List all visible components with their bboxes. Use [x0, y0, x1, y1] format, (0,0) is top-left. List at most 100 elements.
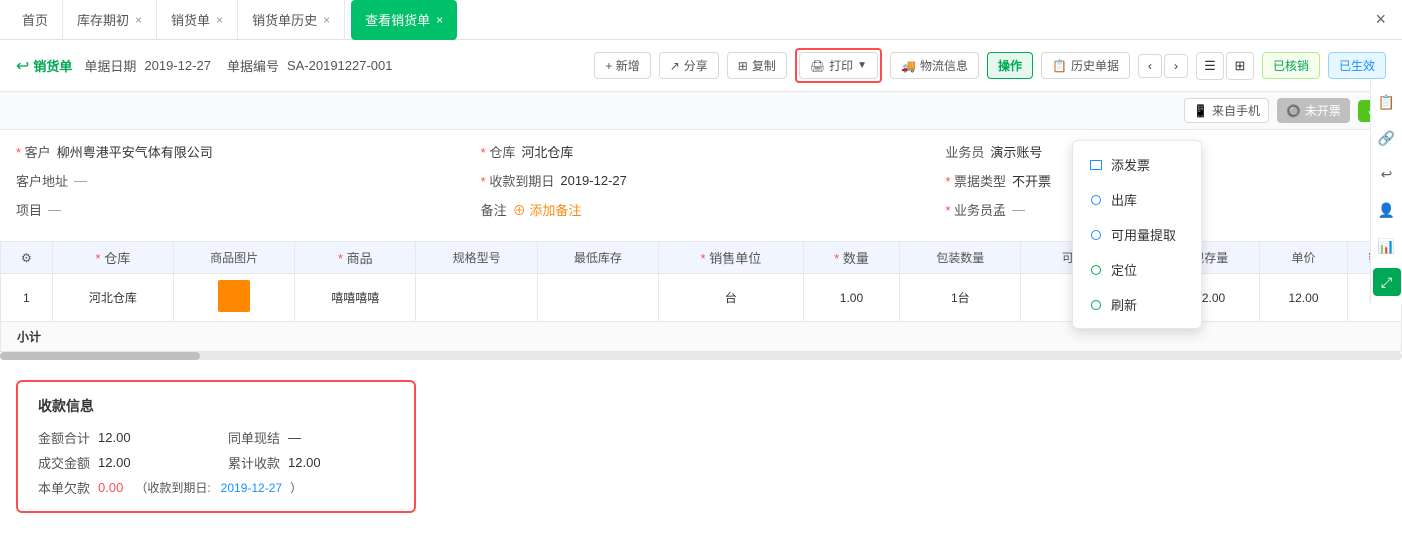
- sidebar-icon-1[interactable]: 📋: [1373, 88, 1401, 116]
- td-pack-qty: 1台: [900, 274, 1021, 322]
- payment-date-label: 收款到期日: [481, 171, 555, 190]
- arrears-date: 2019-12-27: [221, 481, 282, 495]
- secondary-toolbar: 📱 来自手机 🔘 未开票 ✓: [0, 92, 1402, 130]
- total-amount-value: 12.00: [98, 430, 131, 445]
- tab-close-inventory[interactable]: ×: [135, 13, 142, 27]
- sidebar-icon-3[interactable]: ↩: [1373, 160, 1401, 188]
- ops-button[interactable]: 操作: [987, 52, 1033, 79]
- doc-header: ↩ 销货单 单据日期 2019-12-27 单据编号 SA-20191227-0…: [0, 40, 1402, 92]
- note-label: 备注: [481, 200, 507, 219]
- arrears-note: （收款到期日:: [135, 479, 210, 496]
- list-view-button[interactable]: ☰: [1196, 52, 1224, 80]
- warehouse-value: 河北仓库: [521, 142, 573, 161]
- doc-type-badge: ↩ 销货单: [16, 56, 72, 76]
- td-unit: 台: [658, 274, 803, 322]
- address-value: —: [74, 173, 87, 188]
- arrears-row: 本单欠款 0.00 （收款到期日: 2019-12-27 ）: [38, 478, 394, 497]
- tab-close-view-sales[interactable]: ×: [436, 13, 443, 27]
- dropdown-out-warehouse[interactable]: 出库: [1073, 182, 1201, 217]
- doc-type-label: 销货单: [33, 56, 72, 75]
- payment-date-field: 收款到期日 2019-12-27: [481, 171, 922, 190]
- bottom-section: 收款信息 金额合计 12.00 同单现结 — 成交金额 12.00 累计收款 1…: [0, 368, 1402, 525]
- right-sidebar: 📋 🔗 ↩ 👤 📊 ⤢: [1370, 80, 1402, 304]
- total-amount-label: 金额合计: [38, 428, 90, 447]
- td-unit-price: 12.00: [1260, 274, 1348, 322]
- sidebar-icon-expand[interactable]: ⤢: [1373, 268, 1401, 296]
- global-close-button[interactable]: ×: [1367, 9, 1394, 30]
- dropdown-refresh[interactable]: 刷新: [1073, 287, 1201, 322]
- refresh-icon: [1089, 298, 1103, 312]
- arrears-value: 0.00: [98, 480, 123, 495]
- grid-view-button[interactable]: ⊞: [1226, 52, 1254, 80]
- project-field: 项目 —: [16, 200, 457, 219]
- history-icon: 📋: [1052, 59, 1067, 73]
- sold-out-status: 已核销: [1262, 52, 1320, 79]
- tab-sales-history[interactable]: 销货单历史 ×: [238, 0, 345, 40]
- sidebar-icon-2[interactable]: 🔗: [1373, 124, 1401, 152]
- note-field: 备注 ⊕ 添加备注: [481, 200, 922, 219]
- prev-button[interactable]: ‹: [1138, 54, 1162, 78]
- tab-view-sales[interactable]: 查看销货单 ×: [351, 0, 457, 40]
- history-button[interactable]: 📋 历史单据: [1041, 52, 1130, 79]
- th-product: 商品: [295, 242, 416, 274]
- td-quantity: 1.00: [803, 274, 899, 322]
- phone-icon: 📱: [1193, 104, 1208, 118]
- td-no: 1: [1, 274, 53, 322]
- dropdown-available-qty[interactable]: 可用量提取: [1073, 217, 1201, 252]
- not-open-button[interactable]: 🔘 未开票: [1277, 98, 1350, 123]
- transaction-row: 成交金额 12.00: [38, 453, 204, 472]
- locate-icon: [1089, 263, 1103, 277]
- tab-close-history[interactable]: ×: [323, 13, 330, 27]
- total-amount-row: 金额合计 12.00: [38, 428, 204, 447]
- tab-inventory-init[interactable]: 库存期初 ×: [63, 0, 157, 40]
- sidebar-icon-4[interactable]: 👤: [1373, 196, 1401, 224]
- transaction-value: 12.00: [98, 455, 131, 470]
- add-note-button[interactable]: ⊕ 添加备注: [513, 200, 582, 219]
- ticket-type-label: 票据类型: [945, 171, 1006, 190]
- copy-button[interactable]: ⊞ 复制: [727, 52, 787, 79]
- horizontal-scrollbar[interactable]: [0, 352, 1402, 360]
- th-settings[interactable]: ⚙: [1, 242, 53, 274]
- cumulative-value: 12.00: [288, 455, 321, 470]
- next-button[interactable]: ›: [1164, 54, 1188, 78]
- ops-person-label: 业务员孟: [945, 200, 1006, 219]
- address-field: 客户地址 —: [16, 171, 457, 190]
- th-product-img: 商品图片: [174, 242, 295, 274]
- ticket-icon: 🔘: [1286, 104, 1301, 118]
- dropdown-locate[interactable]: 定位: [1073, 252, 1201, 287]
- same-order-label: 同单现结: [228, 428, 280, 447]
- th-unit-price: 单价: [1260, 242, 1348, 274]
- print-icon: 🖨: [810, 59, 825, 73]
- nav-arrows: ‹ ›: [1138, 54, 1188, 78]
- plus-icon: ⊕: [513, 203, 526, 218]
- tab-close-sales[interactable]: ×: [216, 13, 223, 27]
- address-label: 客户地址: [16, 171, 68, 190]
- dropdown-menu: 添发票 出库 可用量提取 定位 刷新: [1072, 140, 1202, 329]
- scrollbar-thumb[interactable]: [0, 352, 200, 360]
- from-phone-button[interactable]: 📱 来自手机: [1184, 98, 1269, 123]
- tab-sales-order[interactable]: 销货单 ×: [157, 0, 238, 40]
- project-value: —: [48, 202, 61, 217]
- same-order-row: 同单现结 —: [228, 428, 394, 447]
- tab-home[interactable]: 首页: [8, 0, 63, 40]
- th-pack-qty: 包装数量: [900, 242, 1021, 274]
- logistics-button[interactable]: 🚚 物流信息: [890, 52, 979, 79]
- dropdown-add-invoice[interactable]: 添发票: [1073, 147, 1201, 182]
- warehouse-field: 仓库 河北仓库: [481, 142, 922, 161]
- salesperson-label: 业务员: [945, 142, 984, 161]
- th-warehouse: 仓库: [52, 242, 173, 274]
- new-button[interactable]: + 新增: [594, 52, 650, 79]
- out-warehouse-icon: [1089, 193, 1103, 207]
- print-button[interactable]: 🖨 打印 ▼: [799, 52, 878, 79]
- doc-number-value: SA-20191227-001: [287, 58, 393, 73]
- arrears-label: 本单欠款: [38, 478, 90, 497]
- ops-person-value: —: [1012, 202, 1025, 217]
- share-button[interactable]: ↗ 分享: [659, 52, 719, 79]
- td-warehouse: 河北仓库: [52, 274, 173, 322]
- doc-meta: 单据日期 2019-12-27 单据编号 SA-20191227-001: [84, 56, 392, 75]
- add-invoice-icon: [1089, 158, 1103, 172]
- sidebar-icon-5[interactable]: 📊: [1373, 232, 1401, 260]
- doc-date-value: 2019-12-27: [144, 58, 211, 73]
- td-spec: [416, 274, 537, 322]
- payment-grid: 金额合计 12.00 同单现结 — 成交金额 12.00 累计收款 12.00: [38, 428, 394, 497]
